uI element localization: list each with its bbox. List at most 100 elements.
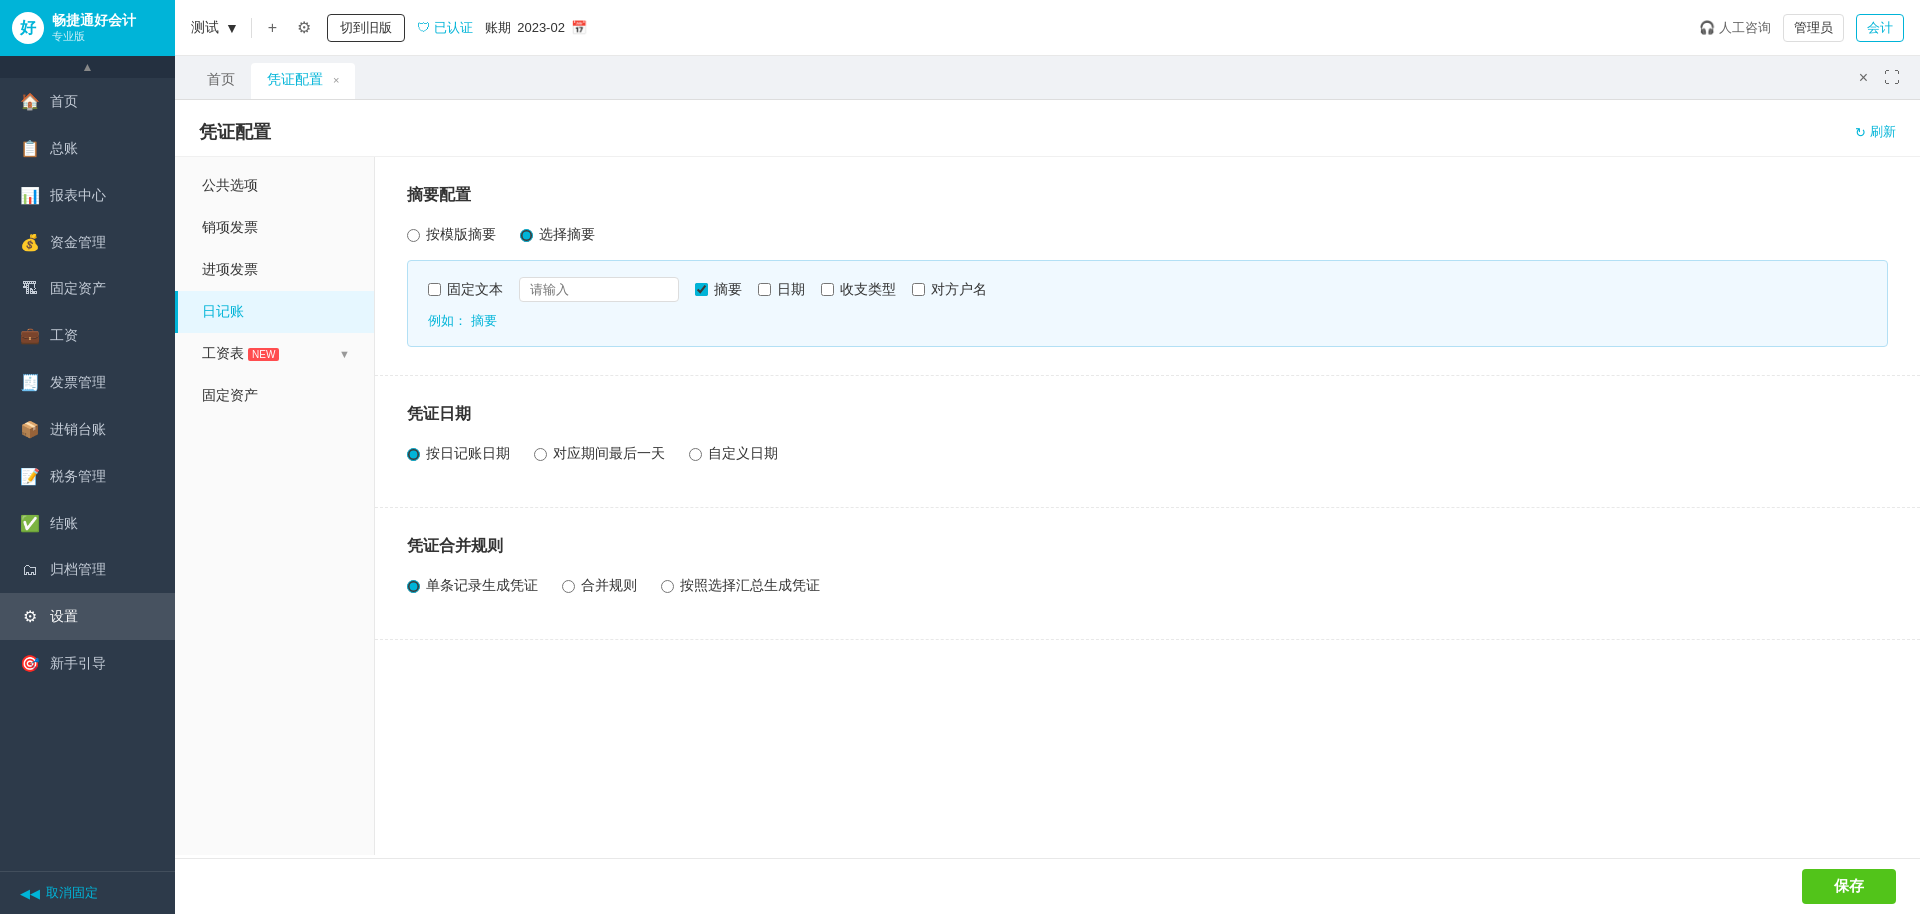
checkbox-summary[interactable]: 摘要 — [695, 281, 742, 299]
close-tab-button[interactable]: × — [1855, 65, 1872, 91]
sidebar-label-settings: 设置 — [50, 608, 78, 626]
checkbox-counterpart[interactable]: 对方户名 — [912, 281, 987, 299]
voucher-merge-section: 凭证合并规则 单条记录生成凭证 合并规则 — [375, 508, 1920, 640]
config-nav-public-options[interactable]: 公共选项 — [175, 165, 374, 207]
logo-sub-text: 专业版 — [52, 29, 136, 44]
voucher-merge-radio-group: 单条记录生成凭证 合并规则 按照选择汇总生成凭证 — [407, 577, 1888, 595]
counterpart-checkbox-input[interactable] — [912, 283, 925, 296]
cancel-fixed-button[interactable]: ◀◀ 取消固定 — [0, 871, 175, 914]
sidebar-label-archive: 归档管理 — [50, 561, 106, 579]
closing-icon: ✅ — [20, 514, 40, 533]
switch-old-version-button[interactable]: 切到旧版 — [327, 14, 405, 42]
bottom-bar: 保存 — [175, 858, 1920, 914]
tab-close-voucher-config[interactable]: × — [333, 74, 339, 86]
summary-config-box: 固定文本 摘要 日期 — [407, 260, 1888, 347]
fixed-text-input[interactable] — [519, 277, 679, 302]
refresh-icon: ↻ — [1855, 125, 1866, 140]
sidebar-item-beginner-guide[interactable]: 🎯 新手引导 — [0, 640, 175, 687]
radio-select-summary-input[interactable] — [661, 580, 674, 593]
config-nav-purchase-invoice[interactable]: 进项发票 — [175, 249, 374, 291]
config-nav-fixed-assets[interactable]: 固定资产 — [175, 375, 374, 417]
checkbox-income-type[interactable]: 收支类型 — [821, 281, 896, 299]
radio-last-day[interactable]: 对应期间最后一天 — [534, 445, 665, 463]
period-value: 2023-02 — [517, 20, 565, 35]
period-info: 账期 2023-02 📅 — [485, 19, 587, 37]
summary-checkbox-input[interactable] — [695, 283, 708, 296]
settings-button[interactable]: ⚙ — [293, 14, 315, 41]
calendar-icon[interactable]: 📅 — [571, 20, 587, 35]
sidebar-scroll-up-btn[interactable]: ▲ — [0, 56, 175, 78]
sidebar-item-report-center[interactable]: 📊 报表中心 — [0, 172, 175, 219]
example-value: 摘要 — [471, 313, 497, 328]
headset-icon: 🎧 — [1699, 20, 1715, 35]
page-header: 凭证配置 ↻ 刷新 — [175, 100, 1920, 157]
config-nav-payroll[interactable]: 工资表 NEW ▼ — [175, 333, 374, 375]
checkbox-date[interactable]: 日期 — [758, 281, 805, 299]
accountant-button[interactable]: 会计 — [1856, 14, 1904, 42]
sidebar-label-guide: 新手引导 — [50, 655, 106, 673]
radio-by-journal-input[interactable] — [407, 448, 420, 461]
report-icon: 📊 — [20, 186, 40, 205]
sidebar-item-salary[interactable]: 💼 工资 — [0, 312, 175, 359]
config-nav-sales-invoice[interactable]: 销项发票 — [175, 207, 374, 249]
radio-select-summary-voucher[interactable]: 按照选择汇总生成凭证 — [661, 577, 820, 595]
sidebar-label-closing: 结账 — [50, 515, 78, 533]
add-company-button[interactable]: + — [264, 15, 281, 41]
save-button[interactable]: 保存 — [1802, 869, 1896, 904]
radio-by-journal-date[interactable]: 按日记账日期 — [407, 445, 510, 463]
sidebar-item-fund-management[interactable]: 💰 资金管理 — [0, 219, 175, 266]
main-area: 测试 ▼ + ⚙ 切到旧版 🛡 已认证 账期 2023-02 📅 🎧 人工咨询 … — [175, 0, 1920, 914]
sidebar-item-fixed-assets[interactable]: 🏗 固定资产 — [0, 266, 175, 312]
income-type-checkbox-input[interactable] — [821, 283, 834, 296]
scroll-up-icon[interactable]: ▲ — [82, 60, 94, 74]
radio-template-summary-input[interactable] — [407, 229, 420, 242]
radio-template-label: 按模版摘要 — [426, 226, 496, 244]
sidebar-item-tax[interactable]: 📝 税务管理 — [0, 453, 175, 500]
radio-select-label: 选择摘要 — [539, 226, 595, 244]
radio-single-record[interactable]: 单条记录生成凭证 — [407, 577, 538, 595]
sidebar-item-invoice[interactable]: 🧾 发票管理 — [0, 359, 175, 406]
checkbox-fixed-text[interactable]: 固定文本 — [428, 281, 503, 299]
radio-single-input[interactable] — [407, 580, 420, 593]
tabbar-right-actions: × ⛶ — [1855, 65, 1904, 91]
sidebar-item-settings[interactable]: ⚙ 设置 — [0, 593, 175, 640]
config-layout: 公共选项 销项发票 进项发票 日记账 工资表 NEW ▼ 固定资产 摘要配置 — [175, 157, 1920, 855]
config-main: 摘要配置 按模版摘要 选择摘要 — [375, 157, 1920, 855]
ledger-icon: 📋 — [20, 139, 40, 158]
fixed-text-checkbox-input[interactable] — [428, 283, 441, 296]
tabbar: 首页 凭证配置 × × ⛶ — [175, 56, 1920, 100]
company-selector[interactable]: 测试 ▼ — [191, 19, 239, 37]
summary-section-title: 摘要配置 — [407, 185, 1888, 206]
radio-merge-input[interactable] — [562, 580, 575, 593]
sidebar-item-closing[interactable]: ✅ 结账 — [0, 500, 175, 547]
sidebar-item-home[interactable]: 🏠 首页 — [0, 78, 175, 125]
radio-custom-date[interactable]: 自定义日期 — [689, 445, 778, 463]
config-nav-journal[interactable]: 日记账 — [175, 291, 374, 333]
fullscreen-button[interactable]: ⛶ — [1880, 65, 1904, 91]
manager-button[interactable]: 管理员 — [1783, 14, 1844, 42]
certified-badge: 🛡 已认证 — [417, 19, 473, 37]
sidebar-item-purchase-sales[interactable]: 📦 进销台账 — [0, 406, 175, 453]
payroll-chevron-icon: ▼ — [339, 348, 350, 360]
sidebar-item-ledger[interactable]: 📋 总账 — [0, 125, 175, 172]
sidebar: 好 畅捷通好会计 专业版 ▲ 🏠 首页 📋 总账 📊 报表中心 💰 资金管理 🏗… — [0, 0, 175, 914]
radio-merge-rules[interactable]: 合并规则 — [562, 577, 637, 595]
radio-by-journal-label: 按日记账日期 — [426, 445, 510, 463]
tab-voucher-config[interactable]: 凭证配置 × — [251, 63, 355, 99]
sidebar-item-archive[interactable]: 🗂 归档管理 — [0, 547, 175, 593]
refresh-button[interactable]: ↻ 刷新 — [1855, 123, 1896, 141]
new-badge: NEW — [248, 348, 279, 361]
radio-select-summary-input[interactable] — [520, 229, 533, 242]
tab-home[interactable]: 首页 — [191, 63, 251, 99]
example-label: 例如： — [428, 313, 467, 328]
consult-button[interactable]: 🎧 人工咨询 — [1699, 19, 1771, 37]
archive-icon: 🗂 — [20, 561, 40, 579]
radio-custom-input[interactable] — [689, 448, 702, 461]
radio-custom-label: 自定义日期 — [708, 445, 778, 463]
radio-select-summary[interactable]: 选择摘要 — [520, 226, 595, 244]
radio-last-day-input[interactable] — [534, 448, 547, 461]
radio-template-summary[interactable]: 按模版摘要 — [407, 226, 496, 244]
config-sidebar: 公共选项 销项发票 进项发票 日记账 工资表 NEW ▼ 固定资产 — [175, 157, 375, 855]
sidebar-label-ledger: 总账 — [50, 140, 78, 158]
date-checkbox-input[interactable] — [758, 283, 771, 296]
